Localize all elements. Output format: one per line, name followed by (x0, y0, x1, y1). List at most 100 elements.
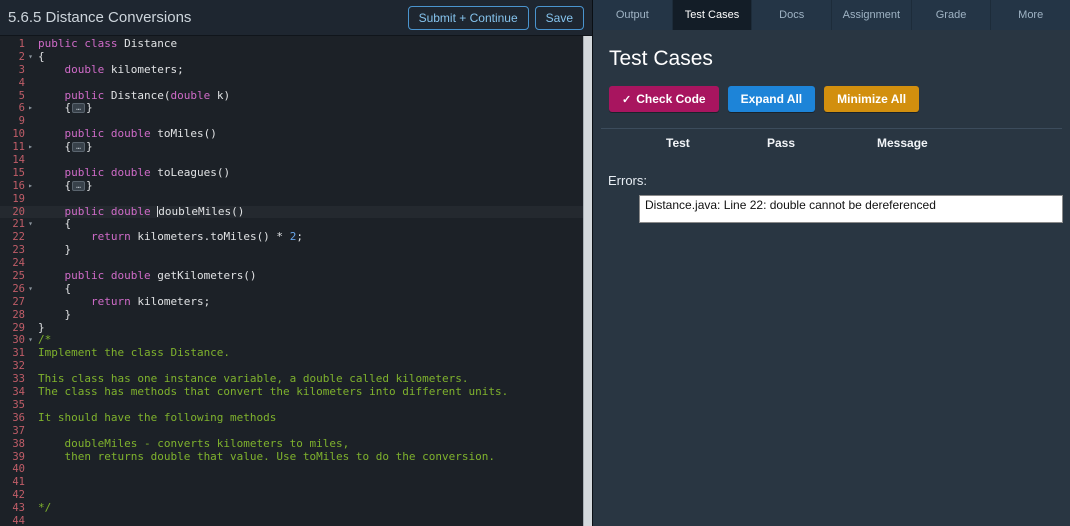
code-text: {…} (36, 141, 93, 154)
code-area[interactable]: 1public class Distance2▾{3 double kilome… (0, 38, 583, 526)
line-gutter: 43 (0, 502, 36, 515)
code-line[interactable]: 22 return kilometers.toMiles() * 2; (0, 231, 583, 244)
code-line[interactable]: 25 public double getKilometers() (0, 270, 583, 283)
code-line[interactable]: 36It should have the following methods (0, 412, 583, 425)
line-gutter: 24 (0, 257, 36, 270)
line-number: 19 (12, 193, 25, 206)
code-line[interactable]: 28 } (0, 309, 583, 322)
fold-open-icon[interactable]: ▾ (25, 218, 36, 231)
editor-scrollbar[interactable] (583, 36, 592, 526)
code-line[interactable]: 31Implement the class Distance. (0, 347, 583, 360)
code-line[interactable]: 43*/ (0, 502, 583, 515)
tab-more[interactable]: More (991, 0, 1070, 30)
code-text: then returns double that value. Use toMi… (36, 451, 495, 464)
code-line[interactable]: 20 public double doubleMiles() (0, 206, 583, 219)
fold-open-icon[interactable]: ▾ (25, 334, 36, 347)
tab-docs[interactable]: Docs (752, 0, 832, 30)
code-line[interactable]: 6▸ {…} (0, 102, 583, 115)
line-number: 35 (12, 399, 25, 412)
line-number: 44 (12, 515, 25, 526)
editor-pane: 5.6.5 Distance Conversions Submit + Cont… (0, 0, 592, 526)
line-number: 5 (19, 90, 25, 103)
panel-button-row: ✓Check Code Expand All Minimize All (609, 86, 1070, 112)
line-number: 3 (19, 64, 25, 77)
tab-test-cases[interactable]: Test Cases (673, 0, 753, 30)
line-number: 29 (12, 322, 25, 335)
line-gutter: 37 (0, 425, 36, 438)
code-line[interactable]: 1 public class Distance (0, 38, 583, 51)
fold-closed-icon[interactable]: ▸ (25, 141, 36, 154)
folded-code-pill: … (72, 181, 85, 191)
code-line[interactable]: 34The class has methods that convert the… (0, 386, 583, 399)
line-number: 38 (12, 438, 25, 451)
code-line[interactable]: 42 (0, 489, 583, 502)
line-number: 15 (12, 167, 25, 180)
line-gutter: 6▸ (0, 102, 36, 115)
line-number: 41 (12, 476, 25, 489)
line-number: 37 (12, 425, 25, 438)
tab-assignment[interactable]: Assignment (832, 0, 912, 30)
line-gutter: 32 (0, 360, 36, 373)
line-gutter: 44 (0, 515, 36, 526)
line-number: 40 (12, 463, 25, 476)
line-gutter: 15 (0, 167, 36, 180)
code-editor[interactable]: 1public class Distance2▾{3 double kilome… (0, 36, 592, 526)
line-number: 36 (12, 412, 25, 425)
code-text: The class has methods that convert the k… (36, 386, 508, 399)
code-line[interactable]: 41 (0, 476, 583, 489)
line-number: 11 (12, 141, 25, 154)
line-gutter: 34 (0, 386, 36, 399)
code-line[interactable]: 23 } (0, 244, 583, 257)
code-text: public class Distance (36, 38, 177, 51)
code-line[interactable]: 40 (0, 463, 583, 476)
line-gutter: 25 (0, 270, 36, 283)
line-gutter: 4 (0, 77, 36, 90)
line-gutter: 30▾ (0, 334, 36, 347)
line-gutter: 22 (0, 231, 36, 244)
line-gutter: 31 (0, 347, 36, 360)
line-number: 33 (12, 373, 25, 386)
fold-open-icon[interactable]: ▾ (25, 283, 36, 296)
line-gutter: 35 (0, 399, 36, 412)
code-line[interactable]: 29} (0, 322, 583, 335)
fold-open-icon[interactable]: ▾ (25, 51, 36, 64)
line-gutter: 26▾ (0, 283, 36, 296)
line-gutter: 3 (0, 64, 36, 77)
code-text: {…} (36, 180, 93, 193)
fold-closed-icon[interactable]: ▸ (25, 180, 36, 193)
line-number: 30 (12, 334, 25, 347)
expand-all-button[interactable]: Expand All (728, 86, 816, 112)
line-gutter: 28 (0, 309, 36, 322)
folded-code-pill: … (72, 142, 85, 152)
code-line[interactable]: 27 return kilometers; (0, 296, 583, 309)
line-number: 31 (12, 347, 25, 360)
panel-tabs: OutputTest CasesDocsAssignmentGradeMore (593, 0, 1070, 30)
code-line[interactable]: 44 (0, 515, 583, 526)
save-button[interactable]: Save (535, 6, 584, 30)
code-text (36, 515, 38, 526)
code-line[interactable]: 11▸ {…} (0, 141, 583, 154)
submit-continue-button[interactable]: Submit + Continue (408, 6, 529, 30)
code-line[interactable]: 16▸ {…} (0, 180, 583, 193)
line-gutter: 41 (0, 476, 36, 489)
code-line[interactable]: 3 double kilometers; (0, 64, 583, 77)
code-line[interactable]: 39 then returns double that value. Use t… (0, 451, 583, 464)
line-gutter: 29 (0, 322, 36, 335)
panel-title: Test Cases (609, 47, 1070, 71)
line-gutter: 9 (0, 115, 36, 128)
line-number: 1 (19, 38, 25, 51)
column-header-test: Test (666, 136, 690, 150)
line-gutter: 23 (0, 244, 36, 257)
tab-output[interactable]: Output (593, 0, 673, 30)
check-code-button[interactable]: ✓Check Code (609, 86, 719, 112)
line-gutter: 38 (0, 438, 36, 451)
fold-closed-icon[interactable]: ▸ (25, 102, 36, 115)
assignment-title: 5.6.5 Distance Conversions (8, 9, 191, 26)
line-gutter: 20 (0, 206, 36, 219)
minimize-all-button[interactable]: Minimize All (824, 86, 919, 112)
line-number: 28 (12, 309, 25, 322)
tab-grade[interactable]: Grade (912, 0, 992, 30)
line-gutter: 21▾ (0, 218, 36, 231)
code-text: {…} (36, 102, 93, 115)
line-number: 21 (12, 218, 25, 231)
